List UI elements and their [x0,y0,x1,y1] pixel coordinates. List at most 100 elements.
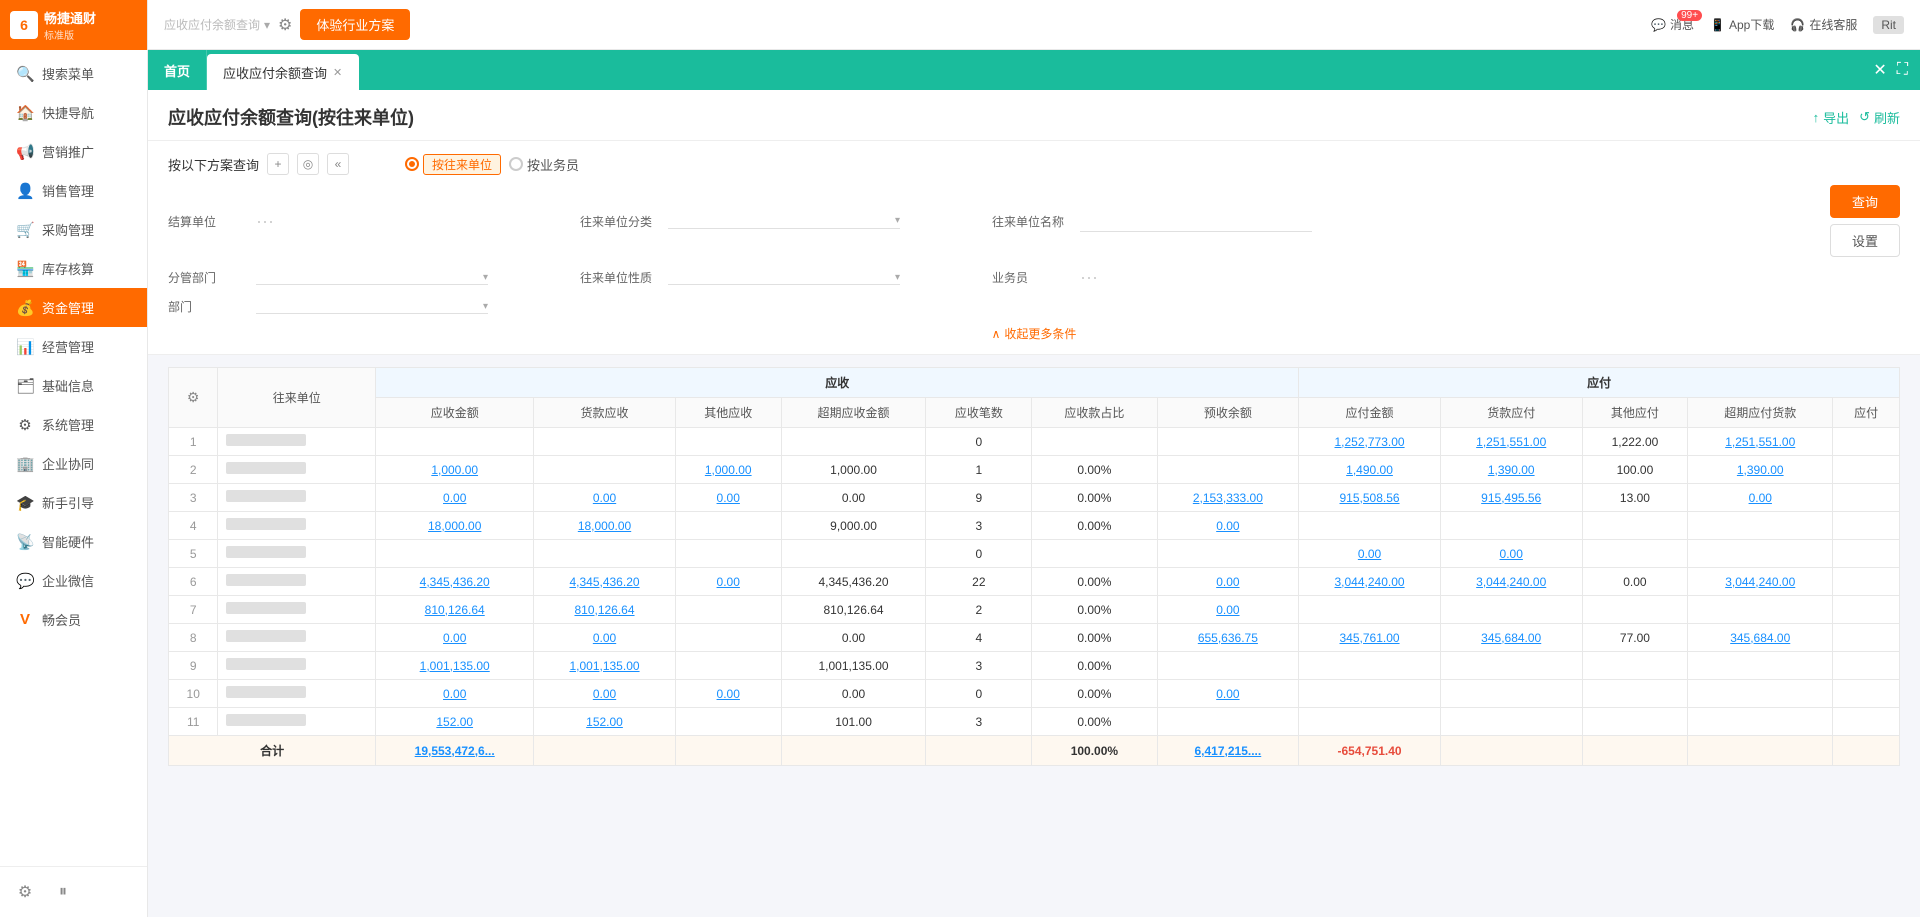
table-cell [1833,596,1900,624]
table-cell[interactable]: 345,684.00 [1688,624,1833,652]
company-type-select[interactable] [668,214,895,228]
table-cell[interactable]: 2,153,333.00 [1157,484,1299,512]
table-cell[interactable]: 0.00 [1157,512,1299,540]
topbar-gear-icon[interactable]: ⚙ [278,15,292,35]
sidebar-item-enterprise[interactable]: 🏢 企业协同 [0,444,147,483]
tab-ar-ap[interactable]: 应收应付余额查询 ✕ [207,54,359,90]
sidebar-item-quick-nav[interactable]: 🏠 快捷导航 [0,93,147,132]
table-cell[interactable]: 4,345,436.20 [534,568,676,596]
sidebar-item-basic-info[interactable]: 🗂 基础信息 [0,366,147,405]
table-cell[interactable]: 4,345,436.20 [376,568,534,596]
sidebar-item-hardware[interactable]: 📡 智能硬件 [0,522,147,561]
table-cell[interactable]: 0.00 [675,484,781,512]
table-cell[interactable]: 1,390.00 [1440,456,1582,484]
settings-bottom-btn[interactable]: ⚙ [10,877,40,907]
settings-button[interactable]: 设置 [1830,224,1900,257]
gear-icon[interactable]: ⚙ [187,389,200,405]
filter-add-btn[interactable]: + [267,153,289,175]
table-cell[interactable]: 18,000.00 [376,512,534,540]
table-cell[interactable]: 1,251,551.00 [1440,428,1582,456]
sidebar-item-search-menu[interactable]: 🔍 搜索菜单 [0,54,147,93]
filter-collapse-icon[interactable]: « [327,153,349,175]
sidebar-item-sales[interactable]: 👤 销售管理 [0,171,147,210]
online-service-button[interactable]: 🎧 在线客服 [1790,16,1857,33]
filter-option-company[interactable]: 按往来单位 [405,154,501,175]
system-icon: ⚙ [16,416,34,434]
filter-target-btn[interactable]: ◎ [297,153,319,175]
sidebar-item-wechat[interactable]: 💬 企业微信 [0,561,147,600]
table-cell[interactable]: 3,044,240.00 [1440,568,1582,596]
table-cell[interactable]: 345,684.00 [1440,624,1582,652]
sidebar-item-inventory[interactable]: 🏪 库存核算 [0,249,147,288]
table-cell[interactable]: 0.00 [675,680,781,708]
dept-select-wrapper[interactable]: ▾ [256,270,488,285]
total-ar-amount[interactable]: 19,553,472,6... [376,736,534,766]
sidebar-item-guide[interactable]: 🎓 新手引导 [0,483,147,522]
sidebar-item-system[interactable]: ⚙ 系统管理 [0,405,147,444]
settlement-unit-dots[interactable]: ··· [256,211,274,232]
table-cell[interactable]: 0.00 [1299,540,1441,568]
sub-dept-select[interactable] [256,299,483,313]
table-cell[interactable]: 0.00 [376,680,534,708]
table-cell[interactable]: 1,390.00 [1688,456,1833,484]
table-cell[interactable]: 1,252,773.00 [1299,428,1441,456]
sidebar-item-member[interactable]: V 畅会员 [0,600,147,639]
table-cell[interactable]: 0.00 [534,484,676,512]
table-cell[interactable]: 915,508.56 [1299,484,1441,512]
table-cell[interactable]: 345,761.00 [1299,624,1441,652]
app-download-button[interactable]: 📱 App下载 [1710,16,1774,33]
table-cell[interactable]: 152.00 [534,708,676,736]
table-cell[interactable]: 0.00 [376,624,534,652]
sidebar-item-marketing[interactable]: 📢 营销推广 [0,132,147,171]
table-cell[interactable]: 3,044,240.00 [1688,568,1833,596]
table-cell[interactable]: 3,044,240.00 [1299,568,1441,596]
table-cell[interactable]: 810,126.64 [376,596,534,624]
sidebar-item-capital[interactable]: 💰 资金管理 [0,288,147,327]
collapse-btn[interactable]: ⏸ [48,877,78,907]
sidebar-item-operations[interactable]: 📊 经营管理 [0,327,147,366]
table-cell[interactable]: 0.00 [1157,680,1299,708]
company-name-input[interactable] [1080,211,1312,232]
company-nature-select[interactable] [668,270,895,284]
table-cell[interactable]: 0.00 [1157,596,1299,624]
refresh-button[interactable]: ↺ 刷新 [1859,108,1900,127]
table-cell[interactable]: 915,495.56 [1440,484,1582,512]
table-cell[interactable]: 1,001,135.00 [534,652,676,680]
table-cell[interactable]: 18,000.00 [534,512,676,540]
company-nature-select-wrapper[interactable]: ▾ [668,270,900,285]
table-cell[interactable]: 1,251,551.00 [1688,428,1833,456]
filter-option-salesperson[interactable]: 按业务员 [509,155,579,174]
table-cell[interactable]: 152.00 [376,708,534,736]
solution-button[interactable]: 体验行业方案 [300,9,410,40]
total-ar-overdue [781,736,926,766]
message-button[interactable]: 💬 消息 99+ [1651,16,1694,33]
table-cell[interactable]: 1,001,135.00 [376,652,534,680]
table-cell[interactable]: 1,490.00 [1299,456,1441,484]
table-cell[interactable]: 0.00 [675,568,781,596]
table-cell[interactable]: 0.00 [534,624,676,652]
salesperson-dots[interactable]: ··· [1080,267,1098,288]
sub-dept-select-wrapper[interactable]: ▾ [256,299,488,314]
company-type-select-wrapper[interactable]: ▾ [668,214,900,229]
tab-maximize-icon[interactable]: ⛶ [1897,61,1908,79]
table-cell[interactable]: 1,000.00 [675,456,781,484]
table-cell[interactable]: 0.00 [1157,568,1299,596]
tab-close-window-icon[interactable]: ✕ [1873,60,1886,80]
th-gear[interactable]: ⚙ [169,368,218,428]
dept-select[interactable] [256,270,483,284]
table-cell[interactable]: 655,636.75 [1157,624,1299,652]
table-cell [1833,512,1900,540]
sidebar-item-purchase[interactable]: 🛒 采购管理 [0,210,147,249]
table-cell[interactable]: 0.00 [1440,540,1582,568]
table-cell[interactable]: 0.00 [534,680,676,708]
table-cell[interactable]: 1,000.00 [376,456,534,484]
tab-home[interactable]: 首页 [148,50,207,90]
tab-close-icon[interactable]: ✕ [333,66,342,79]
table-cell[interactable]: 0.00 [1688,484,1833,512]
query-button[interactable]: 查询 [1830,185,1900,218]
table-cell[interactable]: 810,126.64 [534,596,676,624]
total-prepay[interactable]: 6,417,215.... [1157,736,1299,766]
table-cell[interactable]: 0.00 [376,484,534,512]
export-button[interactable]: ↑ 导出 [1813,108,1850,127]
collapse-more-btn[interactable]: ∧ 收起更多条件 [168,325,1900,342]
